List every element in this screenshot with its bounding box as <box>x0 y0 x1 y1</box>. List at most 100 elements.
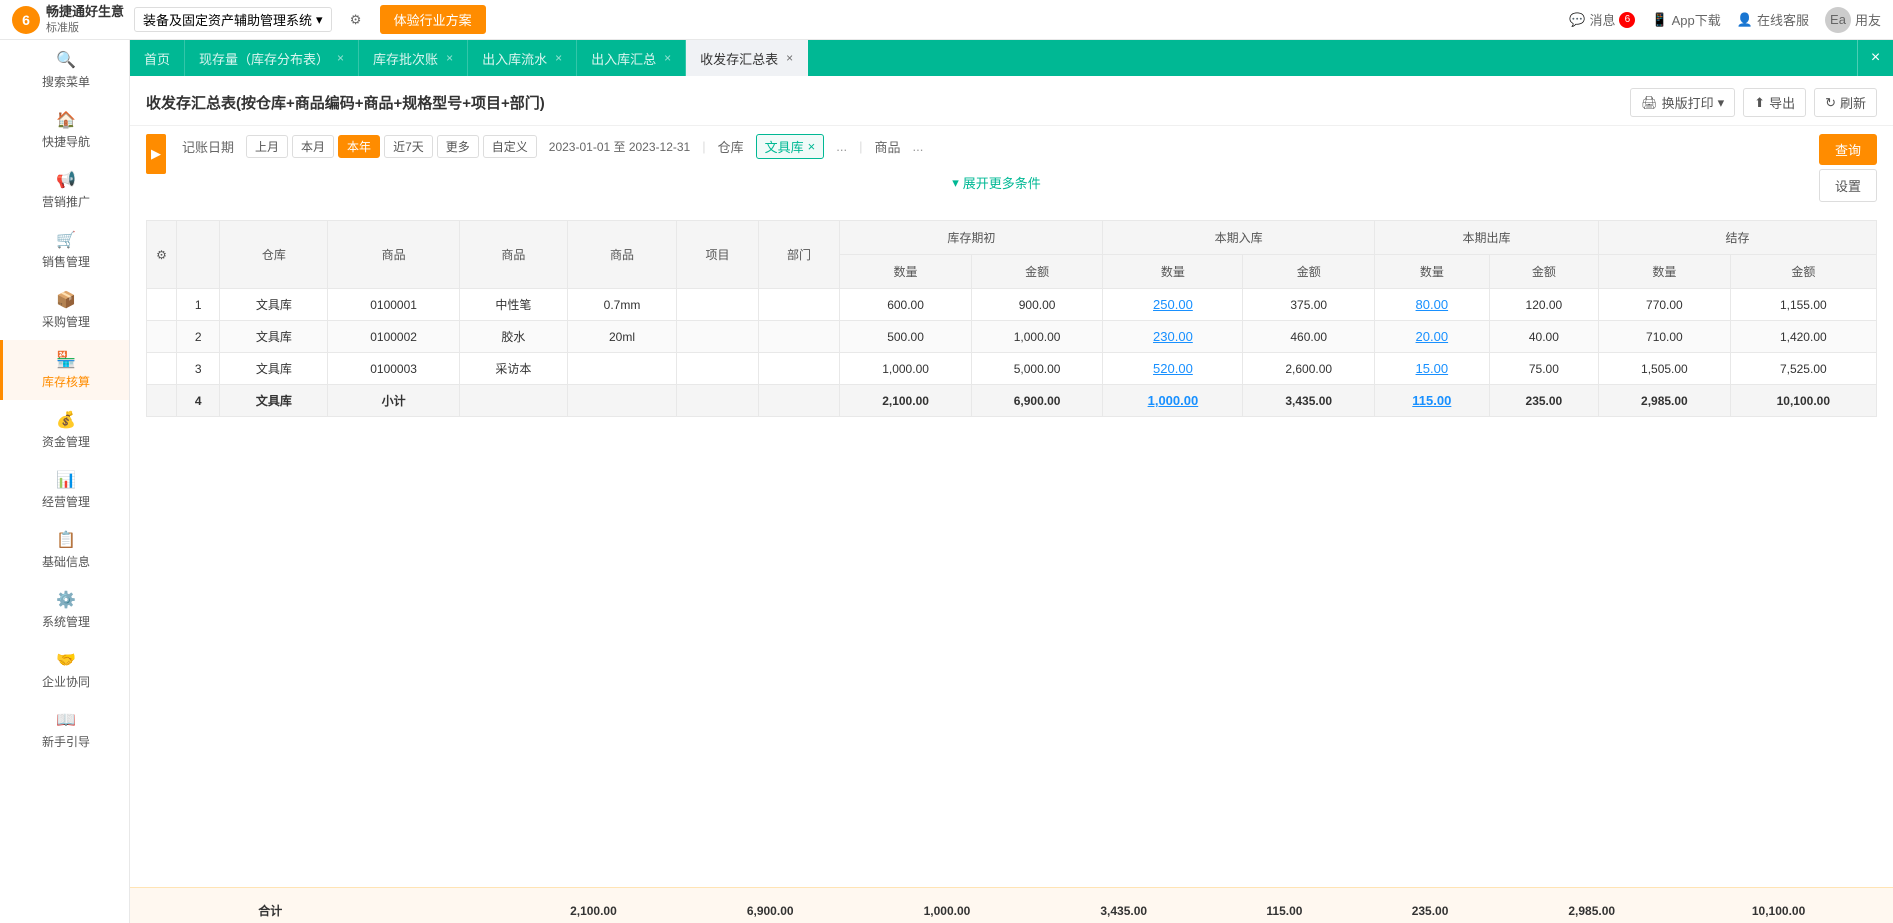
sys-title: 装备及固定资产辅助管理系统 <box>143 10 312 29</box>
date-btn-more[interactable]: 更多 <box>437 135 479 158</box>
sidebar-item-guide[interactable]: 📖 新手引导 <box>0 700 129 760</box>
message-button[interactable]: 💬 消息 6 <box>1569 10 1635 29</box>
switch-print-label: 换版打印 <box>1662 93 1714 112</box>
sidebar-item-base[interactable]: 📋 基础信息 <box>0 520 129 580</box>
sidebar-item-marketing[interactable]: 📢 营销推广 <box>0 160 129 220</box>
expand-conditions-button[interactable]: ▾ 展开更多条件 <box>952 173 1041 192</box>
online-service-button[interactable]: 👤 在线客服 <box>1737 10 1809 29</box>
row1-goods-spec: 0.7mm <box>567 289 676 321</box>
subtotal-label: 小计 <box>328 385 460 417</box>
app-icon: 📱 <box>1651 12 1667 28</box>
row3-in-qty[interactable]: 520.00 <box>1103 353 1243 385</box>
row1-bal-qty: 770.00 <box>1599 289 1731 321</box>
row2-out-qty[interactable]: 20.00 <box>1375 321 1490 353</box>
sidebar-item-quick[interactable]: 🏠 快捷导航 <box>0 100 129 160</box>
date-btn-7days[interactable]: 近7天 <box>384 135 433 158</box>
total-row: 合计 2,100.00 6,900.00 1,000.00 3,435.00 1… <box>146 898 1877 923</box>
query-button[interactable]: 查询 <box>1819 134 1877 165</box>
tab-recv-send-close[interactable]: × <box>786 51 793 65</box>
tab-stock-dist[interactable]: 现存量（库存分布表） × <box>185 40 359 76</box>
row2-goods-code: 0100002 <box>328 321 460 353</box>
row1-goods-name: 中性笔 <box>459 289 567 321</box>
th-bal-amt: 金额 <box>1730 255 1876 289</box>
row3-department <box>758 353 840 385</box>
filter-divider-1: | <box>702 139 705 154</box>
date-btn-this-month[interactable]: 本月 <box>292 135 334 158</box>
subtotal-bal-qty: 2,985.00 <box>1599 385 1731 417</box>
date-btn-custom[interactable]: 自定义 <box>483 135 537 158</box>
subtotal-empty4 <box>758 385 840 417</box>
page-content: 收发存汇总表(按仓库+商品编码+商品+规格型号+项目+部门) 🖨 换版打印 ▾ … <box>130 76 1893 923</box>
row2-warehouse: 文具库 <box>220 321 328 353</box>
tab-inout-flow-close[interactable]: × <box>555 51 562 65</box>
tab-inout-flow[interactable]: 出入库流水 × <box>468 40 577 76</box>
close-all-tabs-button[interactable]: × <box>1857 40 1893 76</box>
row1-out-qty[interactable]: 80.00 <box>1375 289 1490 321</box>
user-avatar-text: Ea <box>1830 12 1846 27</box>
page-title: 收发存汇总表(按仓库+商品编码+商品+规格型号+项目+部门) <box>146 92 545 113</box>
tab-recv-send[interactable]: 收发存汇总表 × <box>686 40 808 76</box>
sidebar-item-search[interactable]: 🔍 搜索菜单 <box>0 40 129 100</box>
filter-settings-button[interactable]: 设置 <box>1819 169 1877 202</box>
guide-icon: 📖 <box>56 710 76 730</box>
tab-home[interactable]: 首页 <box>130 40 185 76</box>
sidebar-item-purchase[interactable]: 📦 采购管理 <box>0 280 129 340</box>
expand-icon: ▾ <box>952 175 959 191</box>
logo-text: 畅捷通好生意 <box>46 4 124 20</box>
date-btn-this-year[interactable]: 本年 <box>338 135 380 158</box>
tab-batch[interactable]: 库存批次账 × <box>359 40 468 76</box>
row3-out-qty[interactable]: 15.00 <box>1375 353 1490 385</box>
row2-in-amt: 460.00 <box>1243 321 1375 353</box>
subtotal-out-qty[interactable]: 115.00 <box>1375 385 1490 417</box>
user-label: 用友 <box>1855 10 1881 29</box>
gear-button[interactable]: ⚙ <box>342 6 370 34</box>
export-icon: ⬆ <box>1754 95 1765 111</box>
goods-more[interactable]: ... <box>912 139 923 154</box>
tab-inout-summary[interactable]: 出入库汇总 × <box>577 40 686 76</box>
warehouse-more[interactable]: ... <box>836 139 847 154</box>
bottom-total-bar: 合计 2,100.00 6,900.00 1,000.00 3,435.00 1… <box>130 887 1893 923</box>
sidebar-item-sales[interactable]: 🛒 销售管理 <box>0 220 129 280</box>
data-table: ⚙ 仓库 商品 商品 商品 项目 部门 库存期初 本期入库 本期出库 <box>146 220 1877 417</box>
tab-batch-close[interactable]: × <box>446 51 453 65</box>
marketing-icon: 📢 <box>56 170 76 190</box>
subtotal-in-amt: 3,435.00 <box>1243 385 1375 417</box>
table-balance-th: 结存 <box>1599 221 1877 255</box>
date-btn-last-month[interactable]: 上月 <box>246 135 288 158</box>
table-open-stock-th: 库存期初 <box>840 221 1103 255</box>
sidebar-item-operation[interactable]: 📊 经营管理 <box>0 460 129 520</box>
warehouse-tag-close[interactable]: × <box>808 139 816 154</box>
sys-title-dropdown[interactable]: 装备及固定资产辅助管理系统 ▾ <box>134 7 332 32</box>
th-in-qty: 数量 <box>1103 255 1243 289</box>
filter-main: 记账日期 上月 本月 本年 近7天 更多 自定义 2023-01-01 至 20… <box>182 134 1811 192</box>
th-out-qty: 数量 <box>1375 255 1490 289</box>
home-icon: 🏠 <box>56 110 76 130</box>
switch-print-button[interactable]: 🖨 换版打印 ▾ <box>1630 88 1735 117</box>
total-bal-qty: 2,985.00 <box>1503 898 1680 923</box>
sidebar-item-collab[interactable]: 🤝 企业协同 <box>0 640 129 700</box>
filter-collapse-button[interactable]: ▶ <box>146 134 166 174</box>
export-button[interactable]: ⬆ 导出 <box>1743 88 1806 117</box>
row2-open-qty: 500.00 <box>840 321 972 353</box>
row2-in-qty[interactable]: 230.00 <box>1103 321 1243 353</box>
sidebar-item-finance[interactable]: 💰 资金管理 <box>0 400 129 460</box>
tab-bar: 首页 现存量（库存分布表） × 库存批次账 × 出入库流水 × 出入库汇总 × … <box>130 40 1893 76</box>
sidebar-item-system[interactable]: ⚙️ 系统管理 <box>0 580 129 640</box>
row2-project <box>677 321 759 353</box>
tab-stock-dist-close[interactable]: × <box>337 51 344 65</box>
trial-button[interactable]: 体验行业方案 <box>380 5 486 34</box>
page-header: 收发存汇总表(按仓库+商品编码+商品+规格型号+项目+部门) 🖨 换版打印 ▾ … <box>130 76 1893 126</box>
refresh-button[interactable]: ↻ 刷新 <box>1814 88 1877 117</box>
th-out-amt: 金额 <box>1489 255 1598 289</box>
purchase-icon: 📦 <box>56 290 76 310</box>
row1-in-qty[interactable]: 250.00 <box>1103 289 1243 321</box>
sidebar-item-inventory[interactable]: 🏪 库存核算 <box>0 340 129 400</box>
subtotal-in-qty[interactable]: 1,000.00 <box>1103 385 1243 417</box>
user-area[interactable]: Ea 用友 <box>1825 7 1881 33</box>
tab-inout-summary-close[interactable]: × <box>664 51 671 65</box>
filter-row-1: 记账日期 上月 本月 本年 近7天 更多 自定义 2023-01-01 至 20… <box>182 134 1811 159</box>
sidebar: 🔍 搜索菜单 🏠 快捷导航 📢 营销推广 🛒 销售管理 📦 采购管理 🏪 库存核… <box>0 40 130 923</box>
table-settings-th[interactable]: ⚙ <box>147 221 177 289</box>
app-download-button[interactable]: 📱 App下载 <box>1651 10 1720 29</box>
refresh-icon: ↻ <box>1825 95 1836 111</box>
